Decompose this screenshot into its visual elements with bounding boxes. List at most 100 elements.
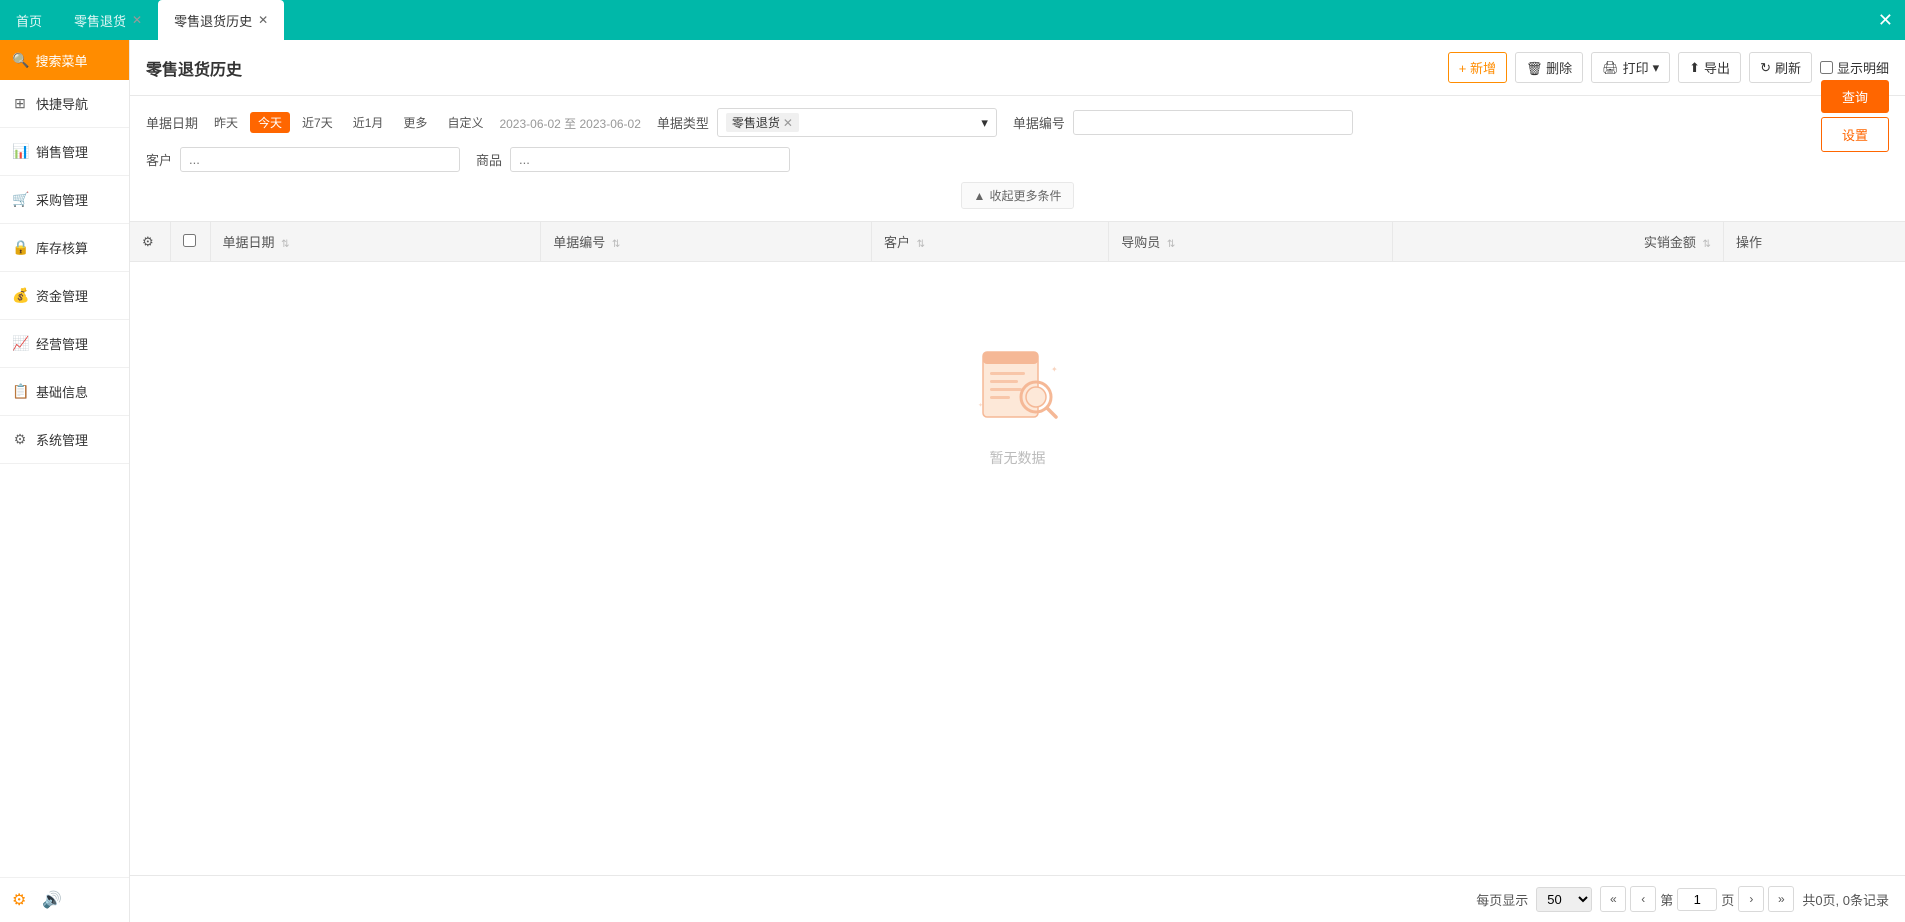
sidebar-item-finance[interactable]: 💰 资金管理 bbox=[0, 272, 129, 320]
print-label: 打印 bbox=[1623, 58, 1649, 77]
type-tag: 零售退货 ✕ bbox=[726, 113, 799, 132]
export-icon: ⬆ bbox=[1689, 60, 1700, 76]
main-layout: 🔍 搜索菜单 ⊞ 快捷导航 📊 销售管理 🛒 采购管理 🔒 库存核算 💰 资金管… bbox=[0, 40, 1905, 922]
th-settings[interactable]: ⚙ bbox=[130, 222, 170, 262]
per-page-label: 每页显示 bbox=[1476, 890, 1528, 909]
show-detail-checkbox-label[interactable]: 显示明细 bbox=[1820, 58, 1889, 77]
sidebar-item-sales-mgmt-label: 销售管理 bbox=[36, 142, 88, 161]
date-btn-custom[interactable]: 自定义 bbox=[439, 112, 491, 133]
type-tag-close[interactable]: ✕ bbox=[783, 116, 793, 130]
date-btn-more[interactable]: 更多 bbox=[395, 112, 435, 133]
th-date-label: 单据日期 bbox=[223, 235, 275, 250]
sidebar-item-operations[interactable]: 📈 经营管理 bbox=[0, 320, 129, 368]
sidebar-item-system-mgmt[interactable]: ⚙ 系统管理 bbox=[0, 416, 129, 464]
th-ops-label: 操作 bbox=[1736, 235, 1762, 250]
svg-text:✦: ✦ bbox=[978, 402, 983, 409]
goods-filter-input[interactable] bbox=[510, 147, 790, 172]
operations-icon: 📈 bbox=[12, 335, 28, 352]
tab-retail-return-history-label: 零售退货历史 bbox=[174, 11, 252, 30]
sidebar-item-quick-nav-label: 快捷导航 bbox=[36, 94, 88, 113]
per-page-select[interactable]: 20 50 100 bbox=[1536, 887, 1592, 912]
type-filter-select[interactable]: 零售退货 ✕ ▾ bbox=[717, 108, 997, 137]
sidebar: 🔍 搜索菜单 ⊞ 快捷导航 📊 销售管理 🛒 采购管理 🔒 库存核算 💰 资金管… bbox=[0, 40, 130, 922]
number-filter-input[interactable] bbox=[1073, 110, 1353, 135]
tab-home[interactable]: 首页 bbox=[0, 0, 58, 40]
type-filter-label: 单据类型 bbox=[657, 113, 709, 132]
customer-filter-input[interactable] bbox=[180, 147, 460, 172]
sidebar-item-basic-info-label: 基础信息 bbox=[36, 382, 88, 401]
collapse-label: 收起更多条件 bbox=[989, 187, 1061, 204]
date-btn-yesterday[interactable]: 昨天 bbox=[206, 112, 246, 133]
date-shortcuts: 昨天 今天 近7天 近1月 更多 自定义 bbox=[206, 112, 491, 133]
sidebar-item-quick-nav[interactable]: ⊞ 快捷导航 bbox=[0, 80, 129, 128]
table-header-row: ⚙ 单据日期 ⇅ 单据编号 ⇅ 客户 bbox=[130, 222, 1905, 262]
sidebar-item-operations-label: 经营管理 bbox=[36, 334, 88, 353]
sidebar-search[interactable]: 🔍 搜索菜单 bbox=[0, 40, 129, 80]
refresh-label: 刷新 bbox=[1775, 58, 1801, 77]
goods-filter-label: 商品 bbox=[476, 150, 502, 169]
th-guide-label: 导购员 bbox=[1121, 235, 1160, 250]
collapse-button[interactable]: ▲ 收起更多条件 bbox=[961, 182, 1075, 209]
svg-text:✦: ✦ bbox=[1051, 365, 1058, 374]
sidebar-item-inventory-label: 库存核算 bbox=[36, 238, 88, 257]
filter-customer: 客户 bbox=[146, 147, 460, 172]
content-area: 零售退货历史 + 新增 🗑 删除 🖨 打印 ▾ ⬆ 导出 ↻ 刷新 bbox=[130, 40, 1905, 922]
show-detail-checkbox[interactable] bbox=[1820, 61, 1833, 74]
first-page-button[interactable]: « bbox=[1600, 886, 1626, 912]
tab-retail-return-close[interactable]: ✕ bbox=[132, 13, 142, 27]
next-page-button[interactable]: › bbox=[1738, 886, 1764, 912]
export-button[interactable]: ⬆ 导出 bbox=[1678, 52, 1741, 83]
th-amount[interactable]: 实销金额 ⇅ bbox=[1393, 222, 1724, 262]
sidebar-item-sales-mgmt[interactable]: 📊 销售管理 bbox=[0, 128, 129, 176]
th-guide[interactable]: 导购员 ⇅ bbox=[1109, 222, 1393, 262]
window-close-button[interactable]: ✕ bbox=[1878, 10, 1893, 31]
tab-retail-return-history[interactable]: 零售退货历史 ✕ bbox=[158, 0, 284, 40]
query-setting-overlay: 查询 设置 bbox=[1821, 80, 1889, 152]
refresh-button[interactable]: ↻ 刷新 bbox=[1749, 52, 1812, 83]
show-detail-label: 显示明细 bbox=[1837, 58, 1889, 77]
sidebar-item-purchase-mgmt-label: 采购管理 bbox=[36, 190, 88, 209]
print-button[interactable]: 🖨 打印 ▾ bbox=[1591, 52, 1670, 83]
filter-area: 单据日期 昨天 今天 近7天 近1月 更多 自定义 2023-06-02 至 2… bbox=[130, 96, 1905, 222]
total-info: 共0页, 0条记录 bbox=[1802, 890, 1889, 909]
query-button[interactable]: 查询 bbox=[1821, 80, 1889, 113]
select-all-checkbox[interactable] bbox=[183, 234, 196, 247]
sound-icon[interactable]: 🔊 bbox=[42, 890, 62, 910]
last-page-button[interactable]: » bbox=[1768, 886, 1794, 912]
th-amount-sort-icon: ⇅ bbox=[1703, 239, 1711, 250]
th-customer-label: 客户 bbox=[884, 235, 910, 250]
purchase-mgmt-icon: 🛒 bbox=[12, 191, 28, 208]
settings-gear-icon[interactable]: ⚙ bbox=[12, 890, 26, 910]
th-date-sort-icon: ⇅ bbox=[281, 239, 289, 250]
th-number[interactable]: 单据编号 ⇅ bbox=[541, 222, 872, 262]
th-guide-sort-icon: ⇅ bbox=[1167, 239, 1175, 250]
sidebar-item-basic-info[interactable]: 📋 基础信息 bbox=[0, 368, 129, 416]
date-btn-1month[interactable]: 近1月 bbox=[345, 112, 392, 133]
data-table: ⚙ 单据日期 ⇅ 单据编号 ⇅ 客户 bbox=[130, 222, 1905, 548]
page-header: 零售退货历史 + 新增 🗑 删除 🖨 打印 ▾ ⬆ 导出 ↻ 刷新 bbox=[130, 40, 1905, 96]
tab-retail-return-label: 零售退货 bbox=[74, 11, 126, 30]
th-date[interactable]: 单据日期 ⇅ bbox=[210, 222, 541, 262]
tab-retail-return[interactable]: 零售退货 ✕ bbox=[58, 0, 158, 40]
refresh-icon: ↻ bbox=[1760, 60, 1771, 76]
empty-text: 暂无数据 bbox=[990, 448, 1046, 468]
sales-mgmt-icon: 📊 bbox=[12, 143, 28, 160]
new-button[interactable]: + 新增 bbox=[1448, 52, 1507, 83]
page-number-input[interactable] bbox=[1677, 888, 1717, 911]
sidebar-item-purchase-mgmt[interactable]: 🛒 采购管理 bbox=[0, 176, 129, 224]
date-filter-label: 单据日期 bbox=[146, 113, 198, 132]
delete-button[interactable]: 🗑 删除 bbox=[1515, 52, 1583, 83]
setting-button[interactable]: 设置 bbox=[1821, 117, 1889, 152]
date-btn-today[interactable]: 今天 bbox=[250, 112, 290, 133]
th-checkbox[interactable] bbox=[170, 222, 210, 262]
date-btn-7days[interactable]: 近7天 bbox=[294, 112, 341, 133]
th-customer[interactable]: 客户 ⇅ bbox=[871, 222, 1108, 262]
tab-retail-return-history-close[interactable]: ✕ bbox=[258, 13, 268, 27]
sidebar-item-system-mgmt-label: 系统管理 bbox=[36, 430, 88, 449]
prev-page-button[interactable]: ‹ bbox=[1630, 886, 1656, 912]
system-mgmt-icon: ⚙ bbox=[12, 431, 28, 448]
filter-row-1: 单据日期 昨天 今天 近7天 近1月 更多 自定义 2023-06-02 至 2… bbox=[146, 108, 1889, 137]
date-range-display: 2023-06-02 至 2023-06-02 bbox=[499, 115, 640, 132]
sidebar-item-inventory[interactable]: 🔒 库存核算 bbox=[0, 224, 129, 272]
th-number-label: 单据编号 bbox=[553, 235, 605, 250]
